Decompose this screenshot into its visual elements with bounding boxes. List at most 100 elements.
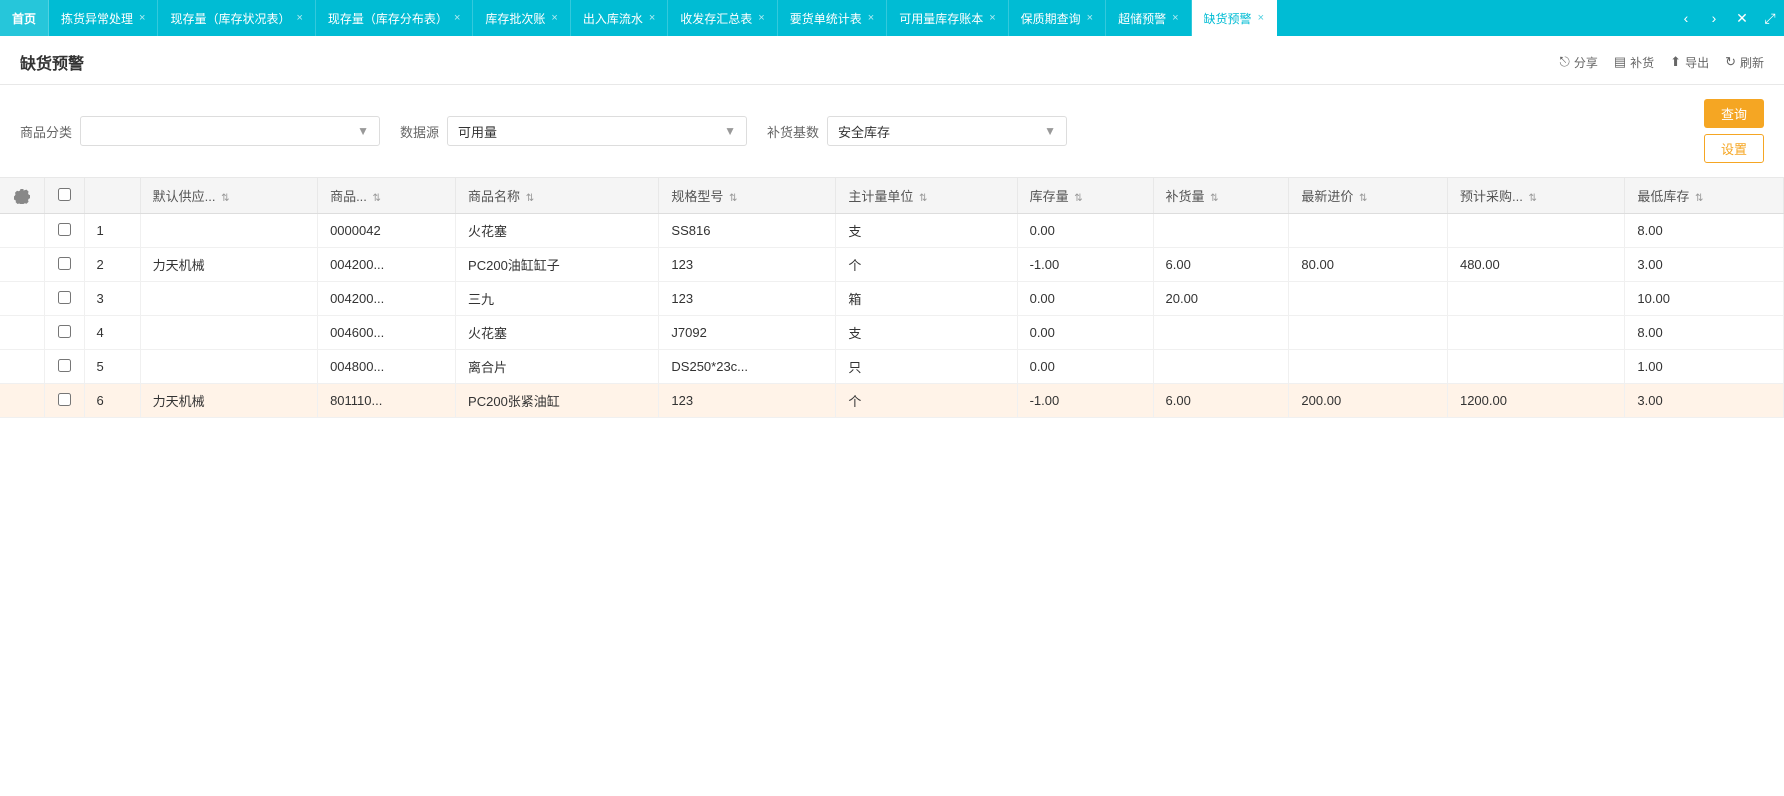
row-checkbox[interactable]: [58, 291, 71, 304]
tab-receive-summary[interactable]: 收发存汇总表 ×: [668, 0, 777, 36]
sort-icon: ⇅: [1074, 193, 1082, 204]
replenish-qty-cell: [1153, 214, 1289, 248]
goods-code-cell: 004600...: [318, 316, 456, 350]
min-stock-cell: 1.00: [1625, 350, 1784, 384]
settings-button[interactable]: 设置: [1704, 134, 1764, 163]
export-button[interactable]: ⬆ 导出: [1670, 54, 1709, 71]
datasource-select-value: 可用量: [458, 122, 497, 141]
column-latest-price[interactable]: 最新进价 ⇅: [1289, 178, 1448, 214]
column-min-stock[interactable]: 最低库存 ⇅: [1625, 178, 1784, 214]
table-row: 4004600...火花塞J7092支0.008.00: [0, 316, 1784, 350]
column-row-no: [84, 178, 140, 214]
tab-avail-account[interactable]: 可用量库存账本 ×: [887, 0, 1008, 36]
export-icon: ⬆: [1670, 54, 1681, 70]
category-select[interactable]: ▼: [80, 116, 380, 146]
tab-overstock-warn[interactable]: 超储预警 ×: [1106, 0, 1191, 36]
column-checkbox[interactable]: [44, 178, 84, 214]
replenish-base-label: 补货基数: [767, 122, 819, 141]
checkbox-cell: [44, 248, 84, 282]
column-goods-name[interactable]: 商品名称 ⇅: [456, 178, 659, 214]
sort-icon: ⇅: [1695, 193, 1703, 204]
filter-actions: 查询 设置: [1704, 99, 1764, 163]
tab-shelf-life[interactable]: 保质期查询 ×: [1009, 0, 1106, 36]
est-purchase-cell: [1447, 350, 1624, 384]
close-icon[interactable]: ×: [139, 12, 145, 24]
row-no-cell: 6: [84, 384, 140, 418]
goods-name-cell: 火花塞: [456, 214, 659, 248]
tab-inventory-dist[interactable]: 现存量（库存分布表） ×: [316, 0, 473, 36]
nav-close-button[interactable]: ✕: [1728, 0, 1756, 36]
tab-inout-flow[interactable]: 出入库流水 ×: [571, 0, 668, 36]
spec-cell: 123: [659, 384, 836, 418]
replenish-qty-cell: [1153, 316, 1289, 350]
close-icon[interactable]: ×: [1258, 12, 1264, 24]
close-icon[interactable]: ×: [454, 12, 460, 24]
sort-icon: ⇅: [373, 193, 381, 204]
tab-inventory-status[interactable]: 现存量（库存状况表） ×: [158, 0, 315, 36]
refresh-button[interactable]: ↻ 刷新: [1725, 54, 1764, 71]
sort-icon: ⇅: [526, 193, 534, 204]
column-unit[interactable]: 主计量单位 ⇅: [836, 178, 1017, 214]
tab-stockout-warn[interactable]: 缺货预警 ×: [1192, 0, 1277, 36]
row-checkbox[interactable]: [58, 359, 71, 372]
spec-cell: 123: [659, 248, 836, 282]
gear-cell: [0, 248, 44, 282]
close-icon[interactable]: ×: [296, 12, 302, 24]
close-icon[interactable]: ×: [1172, 12, 1178, 24]
tab-home[interactable]: 首页: [0, 0, 49, 36]
tab-batch-account[interactable]: 库存批次账 ×: [473, 0, 570, 36]
close-icon[interactable]: ×: [1087, 12, 1093, 24]
select-all-checkbox[interactable]: [58, 188, 71, 201]
column-stock-qty[interactable]: 库存量 ⇅: [1017, 178, 1153, 214]
share-button[interactable]: ⎋ 分享: [1560, 54, 1598, 71]
column-spec[interactable]: 规格型号 ⇅: [659, 178, 836, 214]
replenish-qty-cell: 6.00: [1153, 384, 1289, 418]
column-supplier[interactable]: 默认供应... ⇅: [140, 178, 317, 214]
column-replenish-qty[interactable]: 补货量 ⇅: [1153, 178, 1289, 214]
checkbox-cell: [44, 282, 84, 316]
latest-price-cell: 80.00: [1289, 248, 1448, 282]
stock-qty-cell: 0.00: [1017, 350, 1153, 384]
column-goods-code[interactable]: 商品... ⇅: [318, 178, 456, 214]
filter-bar: 商品分类 ▼ 数据源 可用量 ▼ 补货基数 安全库存 ▼ 查询 设置: [0, 85, 1784, 178]
est-purchase-cell: 480.00: [1447, 248, 1624, 282]
spec-cell: 123: [659, 282, 836, 316]
row-no-cell: 2: [84, 248, 140, 282]
replenish-button[interactable]: ▤ 补货: [1614, 54, 1654, 71]
column-est-purchase[interactable]: 预计采购... ⇅: [1447, 178, 1624, 214]
column-gear[interactable]: [0, 178, 44, 214]
goods-name-cell: PC200油缸缸子: [456, 248, 659, 282]
data-table: 默认供应... ⇅ 商品... ⇅ 商品名称 ⇅ 规格型号 ⇅: [0, 178, 1784, 418]
table-row: 6力天机械801110...PC200张紧油缸123个-1.006.00200.…: [0, 384, 1784, 418]
supplier-cell: [140, 214, 317, 248]
stock-qty-cell: -1.00: [1017, 248, 1153, 282]
tab-order-stats[interactable]: 要货单统计表 ×: [778, 0, 887, 36]
table-row: 3004200...三九123箱0.0020.0010.00: [0, 282, 1784, 316]
replenish-base-select[interactable]: 安全库存 ▼: [827, 116, 1067, 146]
checkbox-cell: [44, 214, 84, 248]
datasource-select[interactable]: 可用量 ▼: [447, 116, 747, 146]
row-checkbox[interactable]: [58, 325, 71, 338]
goods-name-cell: PC200张紧油缸: [456, 384, 659, 418]
nav-next-button[interactable]: ›: [1700, 0, 1728, 36]
gear-cell: [0, 350, 44, 384]
row-checkbox[interactable]: [58, 257, 71, 270]
close-icon[interactable]: ×: [868, 12, 874, 24]
page-title: 缺货预警: [20, 50, 84, 74]
row-checkbox[interactable]: [58, 223, 71, 236]
gear-cell: [0, 384, 44, 418]
chevron-down-icon: ▼: [724, 124, 736, 138]
close-icon[interactable]: ×: [989, 12, 995, 24]
close-icon[interactable]: ×: [551, 12, 557, 24]
nav-prev-button[interactable]: ‹: [1672, 0, 1700, 36]
close-icon[interactable]: ×: [758, 12, 764, 24]
checkbox-cell: [44, 384, 84, 418]
table-row: 2力天机械004200...PC200油缸缸子123个-1.006.0080.0…: [0, 248, 1784, 282]
query-button[interactable]: 查询: [1704, 99, 1764, 128]
nav-expand-button[interactable]: ⤢: [1756, 0, 1784, 36]
refresh-icon: ↻: [1725, 54, 1736, 70]
tab-pick-exception[interactable]: 拣货异常处理 ×: [49, 0, 158, 36]
close-icon[interactable]: ×: [649, 12, 655, 24]
replenish-base-filter-group: 补货基数 安全库存 ▼: [767, 116, 1067, 146]
row-checkbox[interactable]: [58, 393, 71, 406]
